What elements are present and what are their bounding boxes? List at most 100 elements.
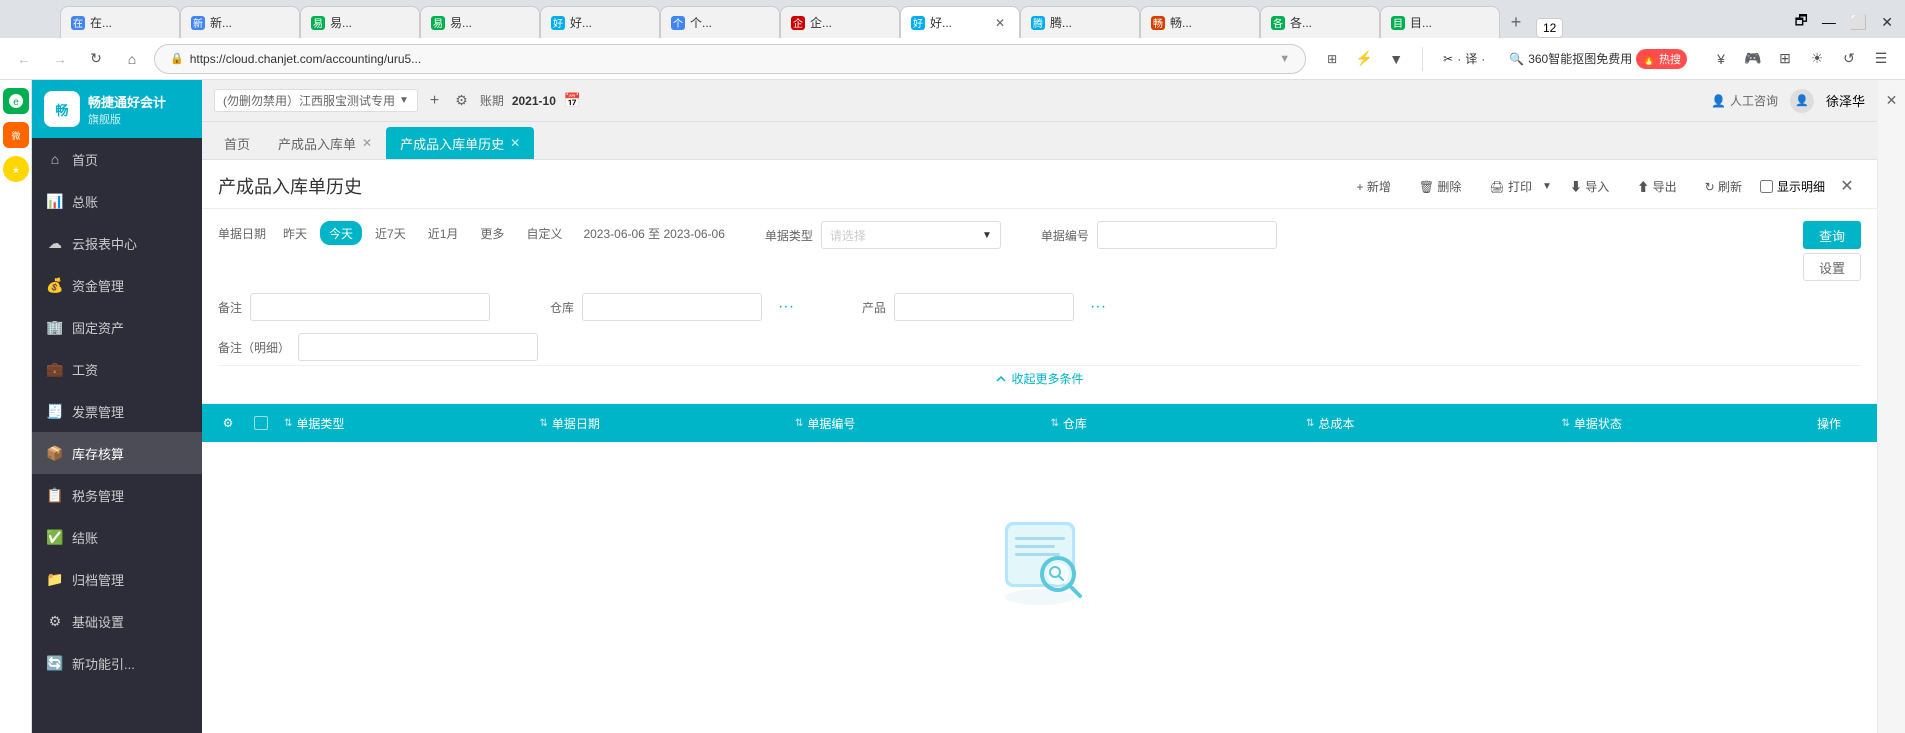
filter-settings-button[interactable]: 设置 <box>1803 253 1861 281</box>
back-btn[interactable]: ← <box>10 45 38 73</box>
close-right-panel-btn[interactable]: ✕ <box>1882 88 1902 113</box>
th-num[interactable]: ⇅ 单据编号 <box>787 415 1043 432</box>
select-all-checkbox[interactable] <box>254 416 268 430</box>
maximize-btn[interactable]: ⬜ <box>1846 10 1871 35</box>
page-tab-history-close[interactable]: ✕ <box>510 136 520 150</box>
th-warehouse[interactable]: ⇅ 仓库 <box>1043 415 1299 432</box>
page-tab-list[interactable]: 产成品入库单 ✕ <box>264 127 386 159</box>
sidebar-item-ledger[interactable]: 📊 总账 <box>32 180 202 222</box>
sidebar-item-inventory[interactable]: 📦 库存核算 <box>32 432 202 474</box>
more-date-btn[interactable]: 更多 <box>471 221 513 245</box>
home-page-btn[interactable]: ⌂ <box>118 45 146 73</box>
tab-close-t8[interactable]: ✕ <box>991 14 1009 32</box>
sidebar-item-invoice[interactable]: 🧾 发票管理 <box>32 390 202 432</box>
sidebar-item-fixed-asset[interactable]: 🏢 固定资产 <box>32 306 202 348</box>
warehouse-more-btn[interactable]: ··· <box>770 298 802 316</box>
search-bar[interactable]: 🔍360智能抠图免费用 🔥 热搜 <box>1501 45 1695 73</box>
sidebar-item-fund[interactable]: 💰 资金管理 <box>32 264 202 306</box>
add-btn[interactable]: + 新增 <box>1347 172 1401 200</box>
app-header[interactable]: 畅 畅捷通好会计 旗舰版 <box>32 80 202 138</box>
tab-t3[interactable]: 易 易... <box>300 6 420 38</box>
tab-t8-active[interactable]: 好 好... ✕ <box>900 6 1020 38</box>
last7days-btn[interactable]: 近7天 <box>366 221 415 245</box>
print-btn[interactable]: 🖨 打印 <box>1479 172 1542 200</box>
tab-t11[interactable]: 各 各... <box>1260 6 1380 38</box>
minimize-btn[interactable]: — <box>1818 10 1840 34</box>
custom-date-btn[interactable]: 自定义 <box>517 221 571 245</box>
detail-remark-input[interactable] <box>298 333 538 361</box>
last1month-btn[interactable]: 近1月 <box>419 221 468 245</box>
refresh-btn[interactable]: ↻ 刷新 <box>1695 172 1752 200</box>
browser-sidebar-icon-1[interactable]: e <box>3 88 29 114</box>
browser-sidebar-icon-2[interactable]: 微 <box>3 122 29 148</box>
screenshot-btn[interactable]: ✂·译· <box>1435 45 1493 73</box>
sidebar-item-base-settings[interactable]: ⚙ 基础设置 <box>32 600 202 642</box>
export-btn[interactable]: ⬆ 导出 <box>1627 172 1686 200</box>
sidebar-item-payroll[interactable]: 💼 工资 <box>32 348 202 390</box>
sidebar-item-cloud-report[interactable]: ☁ 云报表中心 <box>32 222 202 264</box>
page-tab-home[interactable]: 首页 <box>210 127 264 159</box>
th-gear[interactable]: ⚙ <box>210 416 246 430</box>
tab-t7[interactable]: 企 企... <box>780 6 900 38</box>
tab-t10[interactable]: 畅 畅... <box>1140 6 1260 38</box>
forward-btn[interactable]: → <box>46 45 74 73</box>
delete-btn[interactable]: 🗑 删除 <box>1409 172 1472 200</box>
tab-t2[interactable]: 新 新... <box>180 6 300 38</box>
user-avatar[interactable]: 👤 <box>1790 89 1814 113</box>
remark-filter-input[interactable] <box>250 293 490 321</box>
sidebar-item-new-fn[interactable]: 🔄 新功能引... <box>32 642 202 684</box>
product-more-btn[interactable]: ··· <box>1082 298 1114 316</box>
currency-btn[interactable]: ¥ <box>1707 45 1735 73</box>
sidebar-item-tax[interactable]: 📋 税务管理 <box>32 474 202 516</box>
restore-window-btn[interactable]: 🗗 <box>1791 6 1812 38</box>
tab-t1[interactable]: 在 在... <box>60 6 180 38</box>
sync-btn[interactable]: ↺ <box>1835 45 1863 73</box>
sidebar-item-home[interactable]: ⌂ 首页 <box>32 138 202 180</box>
import-btn[interactable]: ⬇ 导入 <box>1560 172 1619 200</box>
type-selector[interactable]: 请选择 ▼ <box>821 221 1001 249</box>
user-service-btn[interactable]: 👤 人工咨询 <box>1711 92 1778 109</box>
collapse-filter-btn[interactable]: 收起更多条件 <box>218 365 1861 391</box>
close-panel-btn[interactable]: ✕ <box>1833 172 1861 200</box>
yesterday-btn[interactable]: 昨天 <box>274 221 316 245</box>
tab-t5[interactable]: 好 好... <box>540 6 660 38</box>
th-status[interactable]: ⇅ 单据状态 <box>1554 415 1810 432</box>
grid-btn[interactable]: ⊞ <box>1771 45 1799 73</box>
th-cost[interactable]: ⇅ 总成本 <box>1298 415 1554 432</box>
th-check[interactable] <box>246 416 276 430</box>
address-input[interactable]: 🔒 https://cloud.chanjet.com/accounting/u… <box>154 44 1306 74</box>
query-button[interactable]: 查询 <box>1803 221 1861 249</box>
refresh-page-btn[interactable]: ↻ <box>82 45 110 73</box>
new-tab-button[interactable]: + <box>1500 6 1532 38</box>
add-company-btn[interactable]: + <box>426 92 443 110</box>
num-filter-input[interactable] <box>1097 221 1277 249</box>
sidebar-item-archive[interactable]: 📁 归档管理 <box>32 558 202 600</box>
show-detail-checkbox[interactable] <box>1760 180 1773 193</box>
company-settings-btn[interactable]: ⚙ <box>451 92 472 109</box>
show-detail-label[interactable]: 显示明细 <box>1760 178 1825 195</box>
tab-t12[interactable]: 目 目... <box>1380 6 1500 38</box>
tab-t6[interactable]: 个 个... <box>660 6 780 38</box>
print-dropdown-icon[interactable]: ▼ <box>1542 181 1552 192</box>
warehouse-filter-input[interactable] <box>582 293 762 321</box>
th-date[interactable]: ⇅ 单据日期 <box>532 415 788 432</box>
calendar-icon[interactable]: 📅 <box>564 92 581 109</box>
game-btn[interactable]: 🎮 <box>1739 45 1767 73</box>
extensions-btn[interactable]: ⊞ <box>1318 45 1346 73</box>
lightning-btn[interactable]: ⚡ <box>1350 45 1378 73</box>
product-filter-input[interactable] <box>894 293 1074 321</box>
page-tab-list-close[interactable]: ✕ <box>362 136 372 150</box>
close-browser-btn[interactable]: ✕ <box>1877 10 1897 35</box>
menu-btn[interactable]: ☰ <box>1867 45 1895 73</box>
today-btn[interactable]: 今天 <box>320 221 362 245</box>
th-type[interactable]: ⇅ 单据类型 <box>276 415 532 432</box>
page-tab-history[interactable]: 产成品入库单历史 ✕ <box>386 127 534 159</box>
company-selector[interactable]: (勿删勿禁用）江西服宝测试专用 ▼ <box>214 89 418 112</box>
address-dropdown-btn[interactable]: ▼ <box>1382 45 1410 73</box>
sidebar-item-settle[interactable]: ✅ 结账 <box>32 516 202 558</box>
theme-btn[interactable]: ☀ <box>1803 45 1831 73</box>
th-date-label: 单据日期 <box>552 415 600 432</box>
browser-sidebar-icon-3[interactable]: ★ <box>3 156 29 182</box>
tab-t9[interactable]: 腾 腾... <box>1020 6 1140 38</box>
tab-t4[interactable]: 易 易... <box>420 6 540 38</box>
